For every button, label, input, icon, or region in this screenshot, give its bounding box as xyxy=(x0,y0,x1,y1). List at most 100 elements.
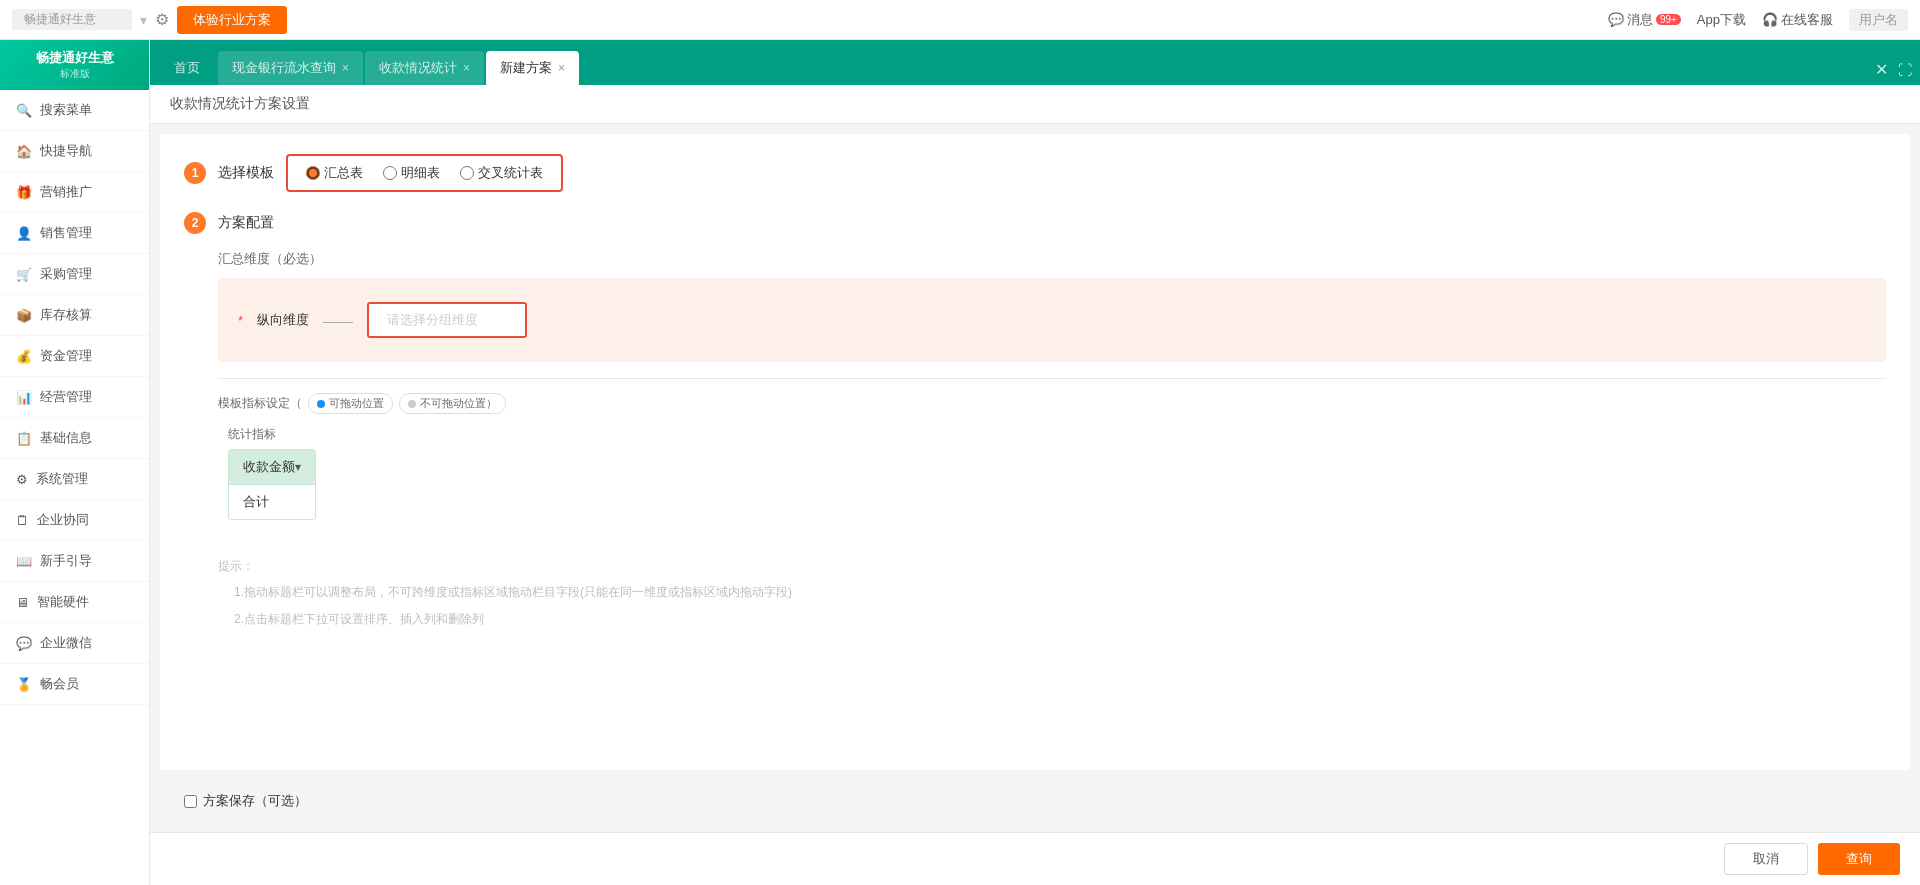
brand-label: 畅捷通好生意 xyxy=(12,9,132,30)
tab2-close-icon[interactable]: × xyxy=(463,61,470,75)
radio-detail-input[interactable] xyxy=(383,166,397,180)
tab-receipts-label: 收款情况统计 xyxy=(379,59,457,77)
sidebar-item-purchase[interactable]: 🛒 采购管理 xyxy=(0,254,149,295)
message-label: 消息 xyxy=(1627,11,1653,29)
basic-icon: 📋 xyxy=(16,431,32,446)
draggable-badge: 可拖动位置 xyxy=(308,393,393,414)
content-area: 首页 现金银行流水查询 × 收款情况统计 × 新建方案 × ✕ ⛶ xyxy=(150,40,1920,885)
dim-selector[interactable]: 请选择分组维度 xyxy=(367,302,527,338)
user-area[interactable]: 用户名 xyxy=(1849,9,1908,31)
radio-summary-label: 汇总表 xyxy=(324,164,363,182)
online-service[interactable]: 🎧 在线客服 xyxy=(1762,11,1833,29)
tab-cash-bank-label: 现金银行流水查询 xyxy=(232,59,336,77)
save-label: 方案保存（可选） xyxy=(203,792,307,810)
step2-num: 2 xyxy=(184,212,206,234)
page-header: 收款情况统计方案设置 xyxy=(150,85,1920,124)
sidebar-item-marketing[interactable]: 🎁 营销推广 xyxy=(0,172,149,213)
app-download[interactable]: App下载 xyxy=(1697,11,1746,29)
stats-table-wrapper: 统计指标 收款金额 ▾ 合计 xyxy=(228,426,1886,523)
radio-summary-input[interactable] xyxy=(306,166,320,180)
radio-summary[interactable]: 汇总表 xyxy=(306,164,363,182)
tab1-close-icon[interactable]: × xyxy=(342,61,349,75)
save-checkbox-row: 方案保存（可选） xyxy=(160,780,1910,822)
sidebar-item-wechat[interactable]: 💬 企业微信 xyxy=(0,623,149,664)
wechat-icon: 💬 xyxy=(16,636,32,651)
sidebar-item-label: 搜索菜单 xyxy=(40,101,92,119)
message-badge: 99+ xyxy=(1656,14,1681,25)
tab-home-label: 首页 xyxy=(174,60,200,75)
tab-new-plan[interactable]: 新建方案 × xyxy=(486,51,579,85)
tab-bar-controls: ✕ ⛶ xyxy=(1875,60,1912,85)
draggable-dot xyxy=(317,400,325,408)
cancel-button[interactable]: 取消 xyxy=(1724,843,1808,875)
step1-row: 1 选择模板 汇总表 明细表 交 xyxy=(184,154,1886,192)
radio-cross-input[interactable] xyxy=(460,166,474,180)
topbar-left: 畅捷通好生意 ▾ ⚙ 体验行业方案 xyxy=(12,6,287,34)
sidebar-item-system[interactable]: ⚙ 系统管理 xyxy=(0,459,149,500)
search-icon: 🔍 xyxy=(16,103,32,118)
sidebar-item-label: 企业微信 xyxy=(40,634,92,652)
sidebar-item-operation[interactable]: 📊 经营管理 xyxy=(0,377,149,418)
window-close-icon[interactable]: ✕ xyxy=(1875,60,1888,79)
page-title: 收款情况统计方案设置 xyxy=(170,95,310,111)
stats-header-row[interactable]: 收款金额 ▾ xyxy=(229,450,315,485)
tip2: 2.点击标题栏下拉可设置排序、插入列和删除列 xyxy=(234,612,484,626)
tip1: 1.拖动标题栏可以调整布局，不可跨维度或指标区域拖动栏目字段(只能在同一维度或指… xyxy=(234,585,792,599)
stats-header-label: 收款金额 xyxy=(243,458,295,476)
message-area[interactable]: 💬 消息 99+ xyxy=(1608,11,1681,29)
sidebar-item-hardware[interactable]: 🖥 智能硬件 xyxy=(0,582,149,623)
sidebar-item-sales[interactable]: 👤 销售管理 xyxy=(0,213,149,254)
sidebar-item-member[interactable]: 🏅 畅会员 xyxy=(0,664,149,705)
sales-icon: 👤 xyxy=(16,226,32,241)
sidebar-item-finance[interactable]: 💰 资金管理 xyxy=(0,336,149,377)
sidebar-item-basic[interactable]: 📋 基础信息 xyxy=(0,418,149,459)
sidebar-item-guide[interactable]: 📖 新手引导 xyxy=(0,541,149,582)
sidebar-item-enterprise[interactable]: 🗒 企业协同 xyxy=(0,500,149,541)
sidebar: 畅捷通好生意 标准版 🔍 搜索菜单 🏠 快捷导航 🎁 营销推广 👤 销售管理 🛒… xyxy=(0,40,150,885)
service-icon: 🎧 xyxy=(1762,12,1778,27)
message-icon: 💬 xyxy=(1608,12,1624,27)
finance-icon: 💰 xyxy=(16,349,32,364)
sidebar-item-label: 基础信息 xyxy=(40,429,92,447)
sidebar-item-label: 库存核算 xyxy=(40,306,92,324)
sidebar-item-label: 资金管理 xyxy=(40,347,92,365)
purchase-icon: 🛒 xyxy=(16,267,32,282)
save-checkbox[interactable] xyxy=(184,795,197,808)
sidebar-item-search[interactable]: 🔍 搜索菜单 xyxy=(0,90,149,131)
stats-table: 收款金额 ▾ 合计 xyxy=(228,449,316,520)
radio-detail[interactable]: 明细表 xyxy=(383,164,440,182)
sidebar-item-inventory[interactable]: 📦 库存核算 xyxy=(0,295,149,336)
hardware-icon: 🖥 xyxy=(16,595,29,610)
chevron-down-icon[interactable]: ▾ xyxy=(295,460,301,474)
query-button[interactable]: 查询 xyxy=(1818,843,1900,875)
tab-cash-bank[interactable]: 现金银行流水查询 × xyxy=(218,51,363,85)
tab-receipts[interactable]: 收款情况统计 × xyxy=(365,51,484,85)
step2-label: 方案配置 xyxy=(218,214,274,232)
sidebar-item-label: 系统管理 xyxy=(36,470,88,488)
step2-row: 2 方案配置 汇总维度（必选） * 纵向维度 —— 请选择分组维度 xyxy=(184,212,1886,632)
vertical-dim-label: 纵向维度 xyxy=(257,311,309,329)
system-icon: ⚙ xyxy=(16,472,28,487)
sidebar-item-label: 采购管理 xyxy=(40,265,92,283)
sidebar-item-label: 智能硬件 xyxy=(37,593,89,611)
radio-cross[interactable]: 交叉统计表 xyxy=(460,164,543,182)
member-icon: 🏅 xyxy=(16,677,32,692)
step2-header: 2 方案配置 xyxy=(184,212,1886,234)
page-scroll-area: 收款情况统计方案设置 1 选择模板 汇总表 xyxy=(150,85,1920,832)
step2-content: 汇总维度（必选） * 纵向维度 —— 请选择分组维度 xyxy=(218,250,1886,632)
main-layout: 畅捷通好生意 标准版 🔍 搜索菜单 🏠 快捷导航 🎁 营销推广 👤 销售管理 🛒… xyxy=(0,40,1920,885)
sidebar-item-quicknav[interactable]: 🏠 快捷导航 xyxy=(0,131,149,172)
metrics-header-row: 模板指标设定（ 可拖动位置 不可拖动位置） xyxy=(218,393,1886,414)
template-radio-group: 汇总表 明细表 交叉统计表 xyxy=(286,154,563,192)
gear-icon[interactable]: ⚙ xyxy=(155,10,169,29)
trial-button[interactable]: 体验行业方案 xyxy=(177,6,287,34)
dimension-row: * 纵向维度 —— 请选择分组维度 xyxy=(238,302,1866,338)
tab3-close-icon[interactable]: × xyxy=(558,61,565,75)
metrics-section-label: 模板指标设定（ xyxy=(218,395,302,412)
window-expand-icon[interactable]: ⛶ xyxy=(1898,62,1912,78)
sidebar-item-label: 企业协同 xyxy=(37,511,89,529)
dropdown-icon[interactable]: ▾ xyxy=(140,12,147,28)
tab-home[interactable]: 首页 xyxy=(158,51,216,85)
logo-sub: 标准版 xyxy=(60,67,90,81)
sidebar-item-label: 快捷导航 xyxy=(40,142,92,160)
